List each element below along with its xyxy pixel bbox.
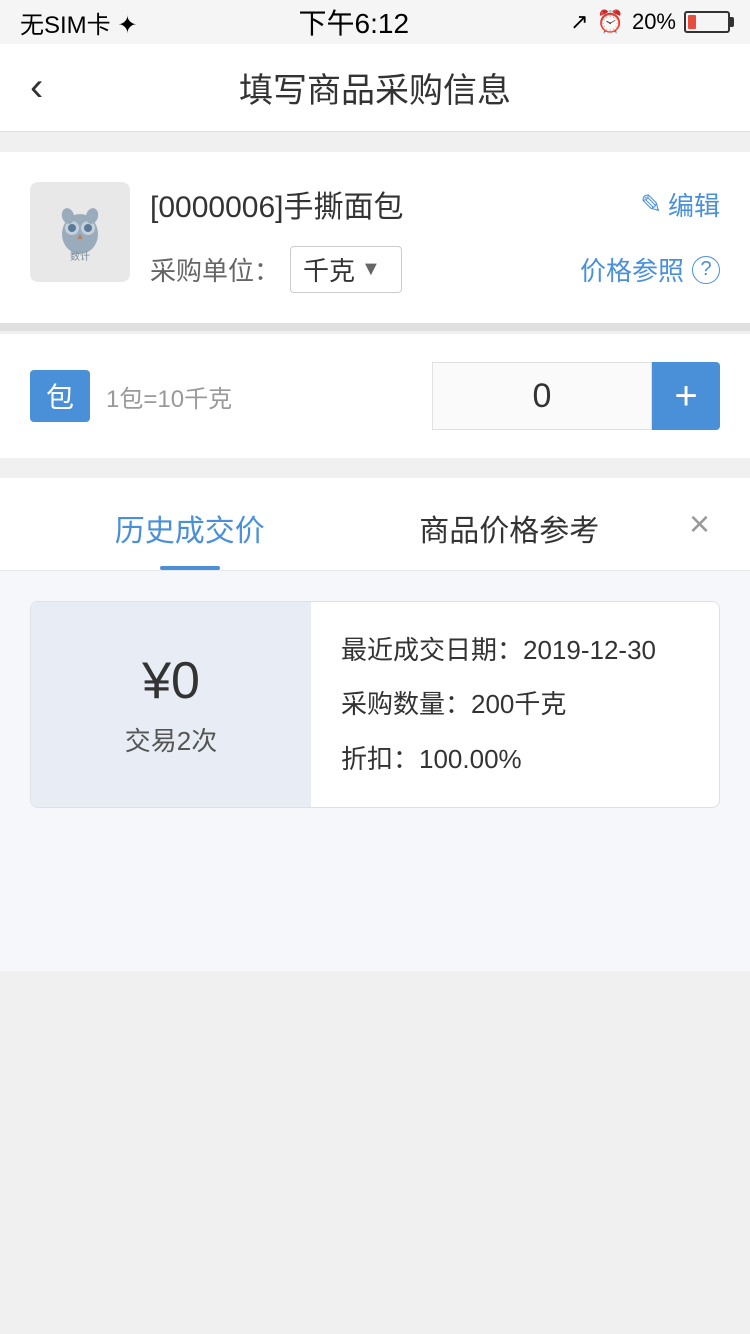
carrier-text: 无SIM卡 ✦ <box>20 5 137 40</box>
product-title: 手撕面包 <box>283 191 403 224</box>
svg-text:数计: 数计 <box>70 250 90 262</box>
history-discount: 折扣：100.00% <box>341 741 689 777</box>
divider <box>0 323 750 331</box>
product-name: [0000006]手撕面包 <box>150 182 403 226</box>
tab-product-price-ref-label: 商品价格参考 <box>419 515 599 548</box>
quantity-control: 0 + <box>432 362 720 430</box>
status-bar-right: ↗ ⏰ 20% <box>570 9 730 35</box>
edit-label: 编辑 <box>668 186 720 223</box>
location-icon: ↗ <box>570 9 588 35</box>
quantity-input[interactable]: 0 <box>432 362 652 430</box>
battery-fill <box>688 15 696 29</box>
product-card: 数计 [0000006]手撕面包 ✎ 编辑 采购单位： 千克 ▼ 价格参照 ? <box>0 152 750 323</box>
tab-active-indicator <box>160 566 220 570</box>
status-bar-left: 无SIM卡 ✦ <box>20 5 137 40</box>
price-ref-label: 价格参照 <box>580 251 684 288</box>
product-id: [0000006] <box>150 191 283 224</box>
nav-bar: ‹ 填写商品采购信息 <box>0 44 750 132</box>
tab-product-price-ref[interactable]: 商品价格参考 <box>349 478 668 570</box>
status-bar-time: 下午6:12 <box>299 2 410 42</box>
tab-history-price[interactable]: 历史成交价 <box>30 478 349 570</box>
product-name-row: [0000006]手撕面包 ✎ 编辑 <box>150 182 720 226</box>
battery-percent: 20% <box>632 9 676 35</box>
battery-icon <box>684 11 730 33</box>
edit-button[interactable]: ✎ 编辑 <box>640 186 720 223</box>
alarm-icon: ⏰ <box>597 9 624 35</box>
dropdown-arrow-icon: ▼ <box>361 258 381 281</box>
history-date: 最近成交日期：2019-12-30 <box>341 632 689 668</box>
quantity-unit-box: 包 <box>30 370 90 422</box>
tabs-bar: 历史成交价 商品价格参考 × <box>0 478 750 571</box>
tab-close-button[interactable]: × <box>669 493 720 555</box>
history-count: 交易2次 <box>125 721 217 758</box>
unit-label: 采购单位： <box>150 251 280 288</box>
quantity-conversion: 1包=10千克 <box>106 379 232 414</box>
unit-row: 采购单位： 千克 ▼ 价格参照 ? <box>150 246 720 293</box>
price-ref-button[interactable]: 价格参照 ? <box>580 251 720 288</box>
quantity-plus-button[interactable]: + <box>652 362 720 430</box>
edit-icon: ✎ <box>640 189 662 220</box>
unit-value: 千克 <box>303 251 355 288</box>
page-title: 填写商品采购信息 <box>239 63 511 112</box>
status-bar: 无SIM卡 ✦ 下午6:12 ↗ ⏰ 20% <box>0 0 750 44</box>
unit-select[interactable]: 千克 ▼ <box>290 246 402 293</box>
back-button[interactable]: ‹ <box>30 65 43 110</box>
product-info: [0000006]手撕面包 ✎ 编辑 采购单位： 千克 ▼ 价格参照 ? <box>150 182 720 293</box>
quantity-unit-info: 包 1包=10千克 <box>30 370 232 422</box>
history-card-right: 最近成交日期：2019-12-30 采购数量：200千克 折扣：100.00% <box>311 602 719 807</box>
history-price: ¥0 <box>142 651 200 711</box>
quantity-row: 包 1包=10千克 0 + <box>0 333 750 458</box>
help-icon: ? <box>692 256 720 284</box>
product-logo: 数计 <box>30 182 130 282</box>
history-card-left: ¥0 交易2次 <box>31 602 311 807</box>
history-content: ¥0 交易2次 最近成交日期：2019-12-30 采购数量：200千克 折扣：… <box>0 571 750 971</box>
history-quantity: 采购数量：200千克 <box>341 686 689 722</box>
product-logo-svg: 数计 <box>50 202 110 262</box>
tab-history-label: 历史成交价 <box>115 515 265 548</box>
history-card: ¥0 交易2次 最近成交日期：2019-12-30 采购数量：200千克 折扣：… <box>30 601 720 808</box>
